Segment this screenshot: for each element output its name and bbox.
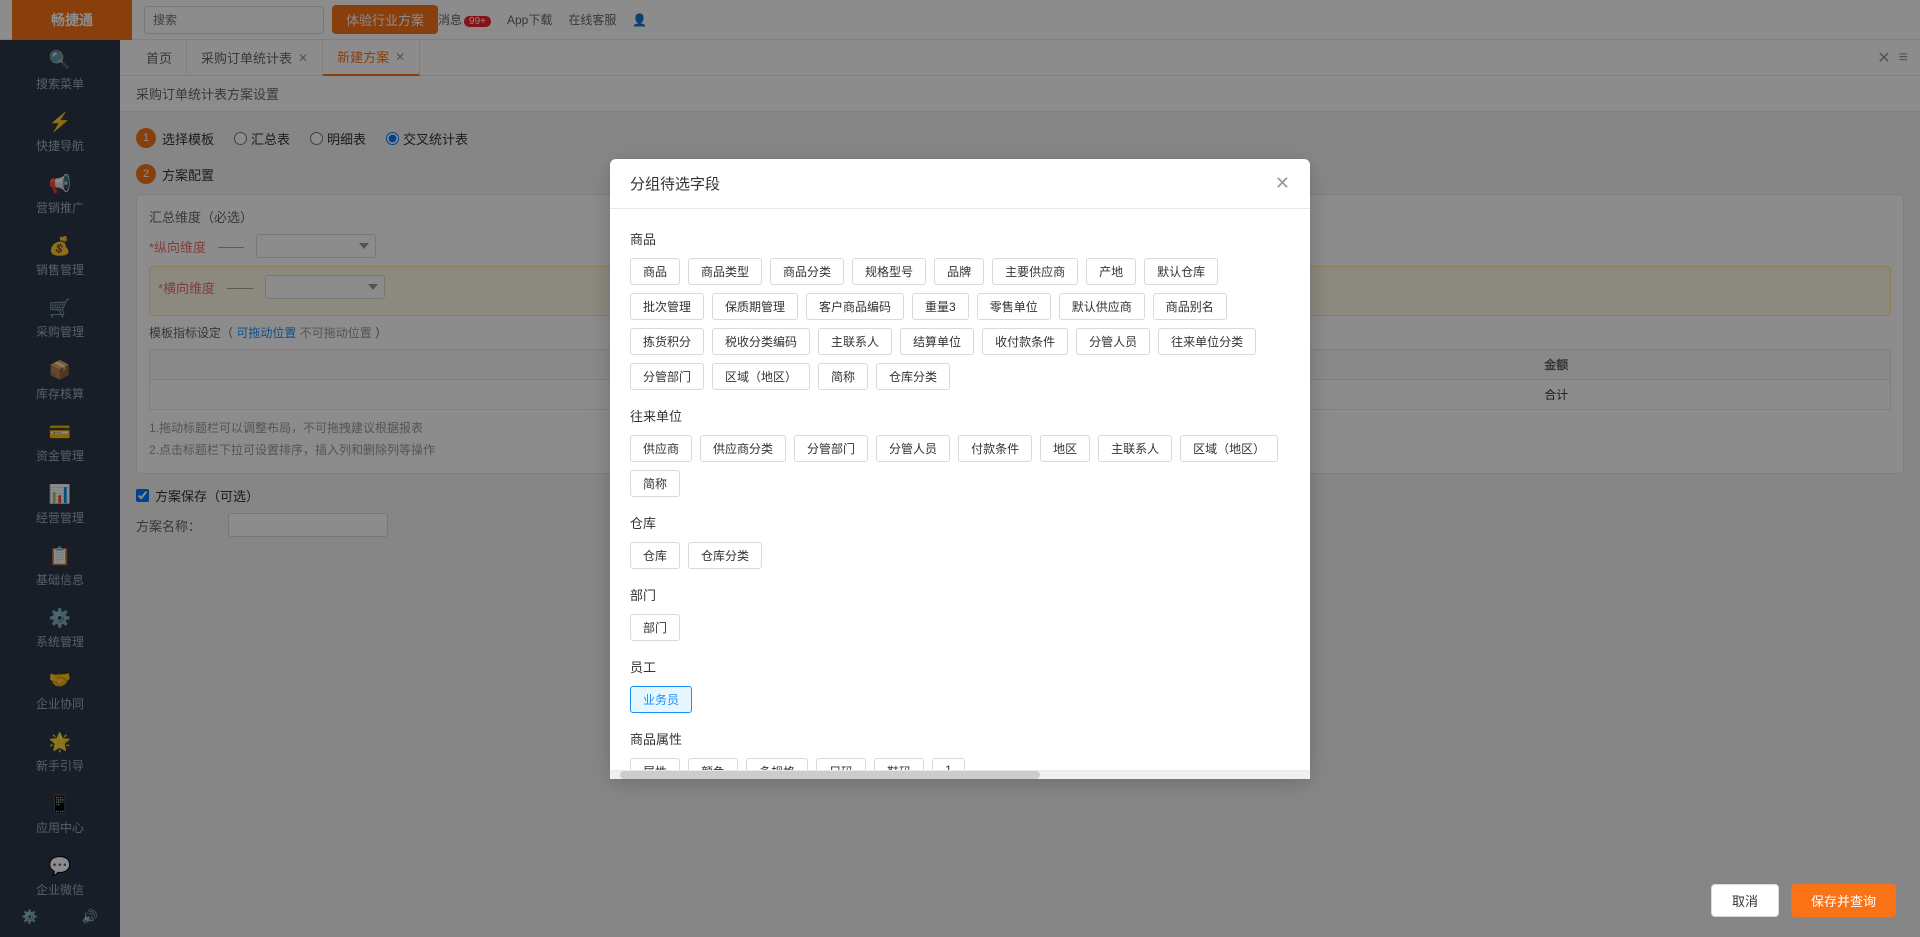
tag-partner-6[interactable]: 主联系人 [1098, 435, 1172, 462]
save-query-button[interactable]: 保存并查询 [1791, 884, 1896, 917]
cancel-button[interactable]: 取消 [1711, 884, 1779, 917]
tag-product-16[interactable]: 税收分类编码 [712, 328, 810, 355]
tag-group-warehouse: 仓库 仓库分类 [630, 542, 1290, 569]
tag-product-0[interactable]: 商品 [630, 258, 680, 285]
tag-product-23[interactable]: 区域（地区） [712, 363, 810, 390]
tag-attr-3[interactable]: 尺码 [816, 758, 866, 770]
tag-product-13[interactable]: 默认供应商 [1059, 293, 1145, 320]
tag-product-8[interactable]: 批次管理 [630, 293, 704, 320]
tag-group-partner: 供应商 供应商分类 分管部门 分管人员 付款条件 地区 主联系人 区域（地区） … [630, 435, 1290, 497]
tag-product-3[interactable]: 规格型号 [852, 258, 926, 285]
section-title-warehouse: 仓库 [630, 513, 1290, 532]
tag-warehouse-1[interactable]: 仓库分类 [688, 542, 762, 569]
tag-partner-7[interactable]: 区域（地区） [1180, 435, 1278, 462]
tag-attr-2[interactable]: 多规格 [746, 758, 808, 770]
section-title-partner: 往来单位 [630, 406, 1290, 425]
tag-product-15[interactable]: 拣货积分 [630, 328, 704, 355]
tag-product-6[interactable]: 产地 [1086, 258, 1136, 285]
tag-partner-3[interactable]: 分管人员 [876, 435, 950, 462]
section-title-dept: 部门 [630, 585, 1290, 604]
tag-product-12[interactable]: 零售单位 [977, 293, 1051, 320]
tag-product-1[interactable]: 商品类型 [688, 258, 762, 285]
tag-staff-0[interactable]: 业务员 [630, 686, 692, 713]
tag-product-19[interactable]: 收付款条件 [982, 328, 1068, 355]
dialog-header: 分组待选字段 ✕ [610, 159, 1310, 209]
tag-partner-1[interactable]: 供应商分类 [700, 435, 786, 462]
tag-group-dept: 部门 [630, 614, 1290, 641]
tag-attr-4[interactable]: 鞋码 [874, 758, 924, 770]
tag-product-17[interactable]: 主联系人 [818, 328, 892, 355]
tag-product-25[interactable]: 仓库分类 [876, 363, 950, 390]
section-title-product: 商品 [630, 229, 1290, 248]
dialog-close-button[interactable]: ✕ [1275, 173, 1290, 194]
tag-product-2[interactable]: 商品分类 [770, 258, 844, 285]
tag-dept-0[interactable]: 部门 [630, 614, 680, 641]
tag-product-24[interactable]: 简称 [818, 363, 868, 390]
tag-group-attr: 属性 颜色 多规格 尺码 鞋码 1 [630, 758, 1290, 770]
tag-partner-4[interactable]: 付款条件 [958, 435, 1032, 462]
tag-product-9[interactable]: 保质期管理 [712, 293, 798, 320]
tag-product-22[interactable]: 分管部门 [630, 363, 704, 390]
dialog-horizontal-scrollbar[interactable] [610, 770, 1310, 779]
tag-group-staff: 业务员 [630, 686, 1290, 713]
tag-partner-2[interactable]: 分管部门 [794, 435, 868, 462]
tag-product-7[interactable]: 默认仓库 [1144, 258, 1218, 285]
section-title-attr: 商品属性 [630, 729, 1290, 748]
tag-attr-1[interactable]: 颜色 [688, 758, 738, 770]
tag-product-11[interactable]: 重量3 [912, 293, 969, 320]
dialog-body[interactable]: 商品 商品 商品类型 商品分类 规格型号 品牌 主要供应商 产地 默认仓库 批次… [610, 209, 1310, 770]
tag-attr-5[interactable]: 1 [932, 758, 965, 770]
tag-product-20[interactable]: 分管人员 [1076, 328, 1150, 355]
dialog-hscroll-thumb [620, 771, 1040, 779]
tag-group-product: 商品 商品类型 商品分类 规格型号 品牌 主要供应商 产地 默认仓库 批次管理 … [630, 258, 1290, 390]
page-bottom-actions: 取消 保存并查询 [1711, 884, 1896, 917]
tag-product-10[interactable]: 客户商品编码 [806, 293, 904, 320]
tag-partner-8[interactable]: 简称 [630, 470, 680, 497]
dialog-overlay: 分组待选字段 ✕ 商品 商品 商品类型 商品分类 规格型号 品牌 主要供应商 产… [0, 0, 1920, 937]
tag-product-5[interactable]: 主要供应商 [992, 258, 1078, 285]
tag-warehouse-0[interactable]: 仓库 [630, 542, 680, 569]
tag-product-14[interactable]: 商品别名 [1153, 293, 1227, 320]
tag-attr-0[interactable]: 属性 [630, 758, 680, 770]
tag-partner-5[interactable]: 地区 [1040, 435, 1090, 462]
tag-partner-0[interactable]: 供应商 [630, 435, 692, 462]
tag-product-18[interactable]: 结算单位 [900, 328, 974, 355]
tag-product-21[interactable]: 往来单位分类 [1158, 328, 1256, 355]
tag-product-4[interactable]: 品牌 [934, 258, 984, 285]
dialog: 分组待选字段 ✕ 商品 商品 商品类型 商品分类 规格型号 品牌 主要供应商 产… [610, 159, 1310, 779]
section-title-staff: 员工 [630, 657, 1290, 676]
dialog-title: 分组待选字段 [630, 173, 720, 194]
